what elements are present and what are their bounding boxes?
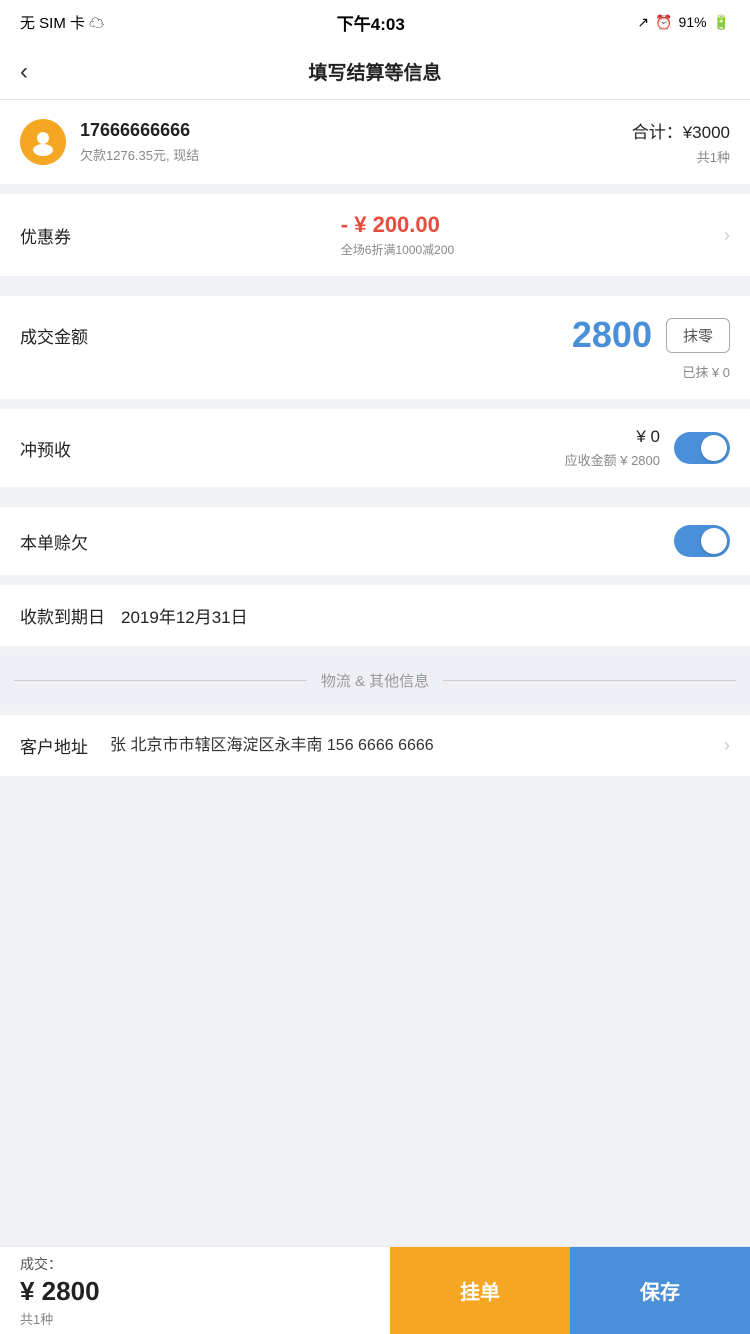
deposit-toggle[interactable] xyxy=(674,432,730,464)
deal-row: 成交金额 2800 抹零 xyxy=(20,314,730,356)
coupon-label: 优惠券 xyxy=(20,223,71,248)
back-button[interactable]: ‹ xyxy=(20,58,28,86)
customer-card: 17666666666 欠款1276.35元, 现结 合计：¥3000 共1种 xyxy=(0,100,750,184)
customer-total: 合计：¥3000 xyxy=(632,118,730,143)
bottom-deal-label: 成交： xyxy=(20,1254,370,1274)
customer-right: 合计：¥3000 共1种 xyxy=(632,118,730,166)
logistics-section-title: 物流 & 其他信息 xyxy=(321,670,429,691)
avatar xyxy=(20,119,66,165)
divider-line-left xyxy=(14,680,307,681)
address-label: 客户地址 xyxy=(20,733,100,758)
main-content: 17666666666 欠款1276.35元, 现结 合计：¥3000 共1种 … xyxy=(0,100,750,1076)
logistics-divider: 物流 & 其他信息 xyxy=(0,656,750,705)
deposit-right: ¥ 0 应收金额 ¥ 2800 xyxy=(565,427,730,469)
customer-info: 17666666666 欠款1276.35元, 现结 xyxy=(80,120,199,164)
customer-count: 共1种 xyxy=(632,147,730,166)
duedate-label: 收款到期日 xyxy=(20,603,105,628)
coupon-row[interactable]: 优惠券 - ¥ 200.00 全场6折满1000减200 › xyxy=(0,194,750,276)
battery-text: 91% xyxy=(679,14,707,30)
save-button[interactable]: 保存 xyxy=(570,1247,750,1334)
deposit-label: 冲预收 xyxy=(20,436,71,461)
status-time: 下午4:03 xyxy=(337,10,405,35)
alarm-icon: ⏰ xyxy=(655,14,672,31)
bottom-amount: ¥ 2800 xyxy=(20,1276,370,1307)
deal-right: 2800 抹零 xyxy=(572,314,730,356)
address-section[interactable]: 客户地址 张 北京市市辖区海淀区永丰南 156 6666 6666 › xyxy=(0,715,750,776)
status-left: 无 SIM 卡 ☁ xyxy=(20,12,104,33)
deal-amount: 2800 xyxy=(572,314,652,356)
bottom-count: 共1种 xyxy=(20,1309,370,1328)
address-content: 张 北京市市辖区海淀区永丰南 156 6666 6666 xyxy=(110,734,714,758)
deposit-sub: 应收金额 ¥ 2800 xyxy=(565,450,660,469)
status-right: ↗ ⏰ 91% 🔋 xyxy=(637,14,730,31)
divider-line-right xyxy=(443,680,736,681)
location-icon: ↗ xyxy=(637,14,649,31)
duedate-value: 2019年12月31日 xyxy=(121,603,248,628)
debt-toggle[interactable] xyxy=(674,525,730,557)
bottom-summary: 成交： ¥ 2800 共1种 xyxy=(0,1254,390,1328)
separator-1 xyxy=(0,286,750,296)
coupon-right: - ¥ 200.00 全场6折满1000减200 xyxy=(341,212,454,258)
round-zero-button[interactable]: 抹零 xyxy=(666,318,730,353)
debt-label: 本单赊欠 xyxy=(20,529,88,554)
deposit-section: 冲预收 ¥ 0 应收金额 ¥ 2800 xyxy=(0,409,750,487)
deposit-row: 冲预收 ¥ 0 应收金额 ¥ 2800 xyxy=(20,427,730,469)
duedate-section: 收款到期日 2019年12月31日 xyxy=(0,585,750,646)
separator-2 xyxy=(0,497,750,507)
battery-icon: 🔋 xyxy=(713,14,730,31)
coupon-desc: 全场6折满1000减200 xyxy=(341,241,454,258)
nav-bar: ‹ 填写结算等信息 xyxy=(0,44,750,100)
coupon-chevron-icon: › xyxy=(724,225,730,246)
customer-debt: 欠款1276.35元, 现结 xyxy=(80,145,199,164)
customer-phone: 17666666666 xyxy=(80,120,199,141)
deal-label: 成交金额 xyxy=(20,323,88,348)
page-title: 填写结算等信息 xyxy=(308,58,441,85)
duedate-row: 收款到期日 2019年12月31日 xyxy=(20,603,730,628)
already-rounded-text: 已抹 ¥ 0 xyxy=(20,362,730,381)
hold-order-button[interactable]: 挂单 xyxy=(390,1247,570,1334)
no-sim-text: 无 SIM 卡 ☁ xyxy=(20,12,104,33)
customer-left: 17666666666 欠款1276.35元, 现结 xyxy=(20,119,199,165)
status-bar: 无 SIM 卡 ☁ 下午4:03 ↗ ⏰ 91% 🔋 xyxy=(0,0,750,44)
gray-area xyxy=(0,786,750,986)
bottom-bar: 成交： ¥ 2800 共1种 挂单 保存 xyxy=(0,1246,750,1334)
deposit-amount-group: ¥ 0 应收金额 ¥ 2800 xyxy=(565,427,660,469)
debt-section: 本单赊欠 xyxy=(0,507,750,575)
deposit-amount: ¥ 0 xyxy=(565,427,660,447)
deal-section: 成交金额 2800 抹零 已抹 ¥ 0 xyxy=(0,296,750,399)
address-chevron-icon: › xyxy=(724,735,730,756)
coupon-amount: - ¥ 200.00 xyxy=(341,212,454,238)
